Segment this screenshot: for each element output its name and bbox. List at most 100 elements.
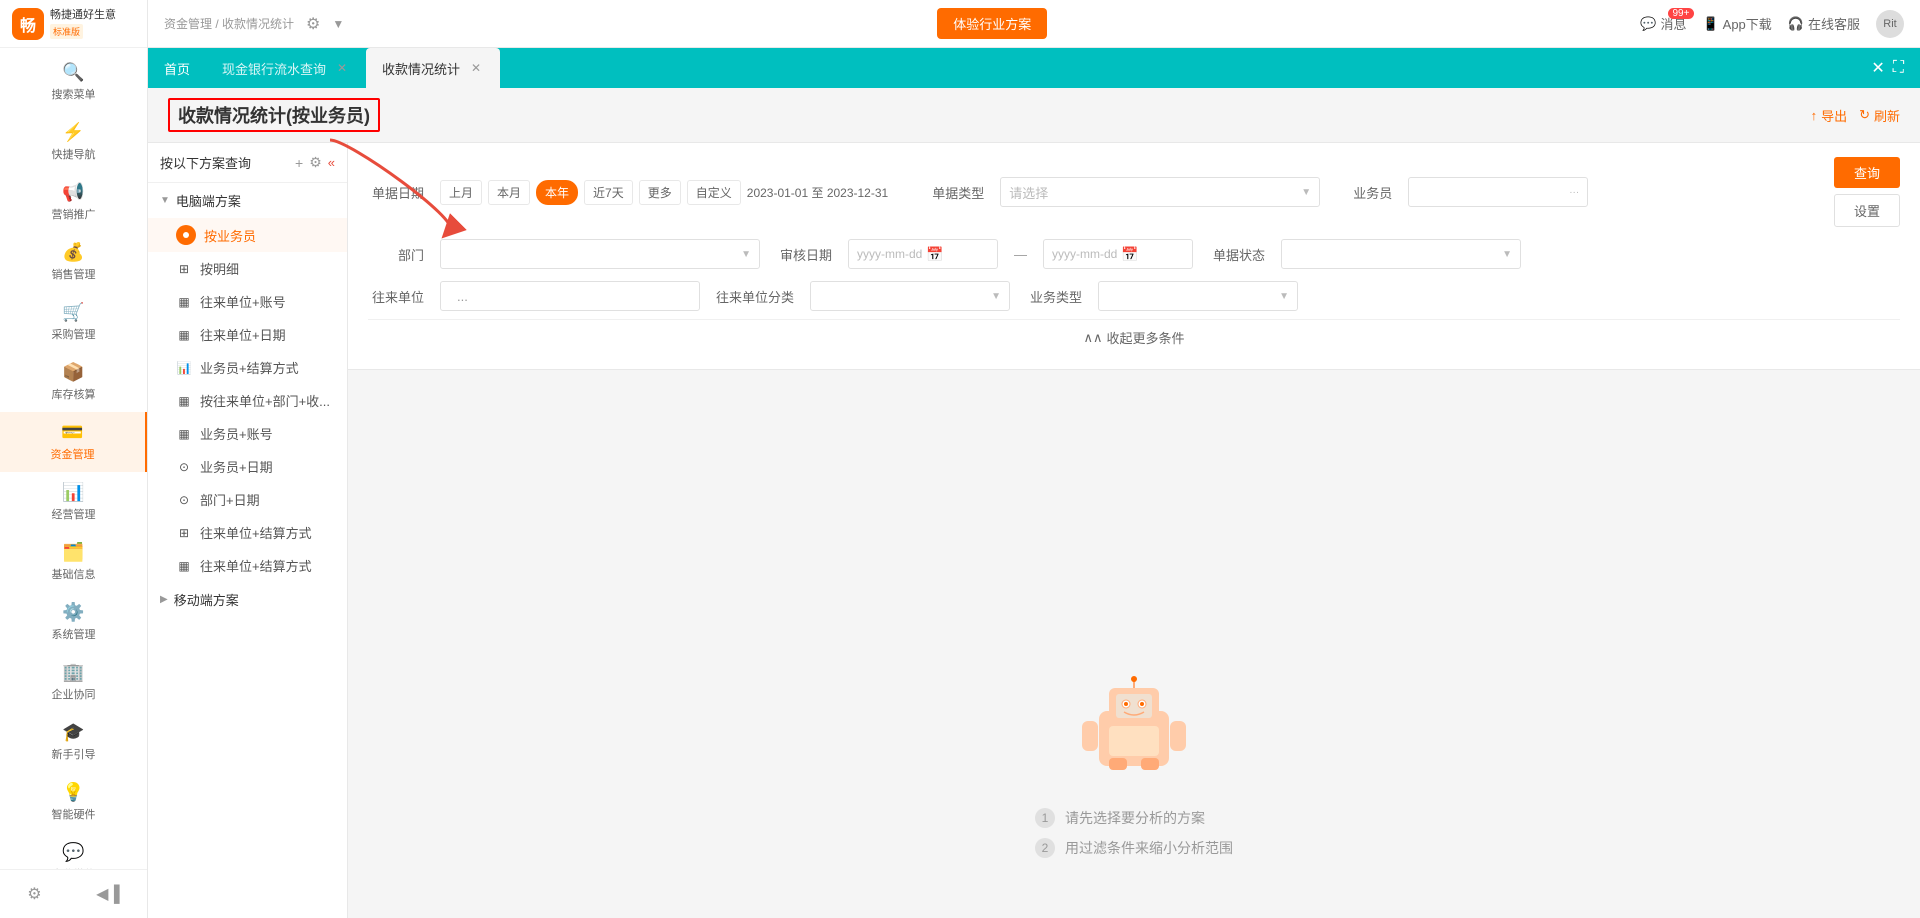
scheme-group-pc-header[interactable]: ▼ 电脑端方案 [148,183,347,218]
operation-icon: 📊 [62,482,84,503]
date-btn-custom[interactable]: 自定义 [687,180,741,205]
sidebar-item-wechat[interactable]: 💬 企业微信 [0,832,147,869]
setting-scheme-icon[interactable]: ⚙ [309,154,322,171]
tab-collection-close-icon[interactable]: ✕ [468,60,484,76]
counterpart-select[interactable]: ... [440,281,700,311]
export-button[interactable]: ↑ 导出 [1811,106,1848,125]
date-dash: — [1014,247,1027,262]
capital-icon: 💳 [61,422,83,443]
tab-bank-close-icon[interactable]: ✕ [334,60,350,76]
user-avatar[interactable]: Rit [1876,10,1904,38]
sidebar-item-search[interactable]: 🔍 搜索菜单 [0,52,147,112]
tab-home[interactable]: 首页 [148,48,206,88]
message-button[interactable]: 💬 消息 99+ [1640,14,1686,33]
scheme-item-staff[interactable]: 按业务员 [148,218,347,252]
page-actions: ↑ 导出 ↻ 刷新 [1811,106,1900,125]
review-date-from-input[interactable]: yyyy-mm-dd 📅 [848,239,998,269]
sidebar-item-capital[interactable]: 💳 资金管理 [0,412,147,472]
step-2-number: 2 [1035,838,1055,858]
tab-collection[interactable]: 收款情况统计 ✕ [366,48,500,88]
right-panel: 单据日期 上月 本月 本年 近7天 更多 自定义 2023-01-01 至 20… [348,143,1920,918]
trial-button[interactable]: 体验行业方案 [937,8,1047,39]
table-icon: ▦ [176,294,192,310]
sidebar: 畅 畅捷通好生意 标准版 🔍 搜索菜单 ⚡ 快捷导航 📢 营销推广 💰 销售管理… [0,0,148,918]
chart-icon: 📊 [176,360,192,376]
page-header: 收款情况统计(按业务员) ↑ 导出 ↻ 刷新 [148,88,1920,143]
counterpart-type-select[interactable]: ▼ [810,281,1010,311]
refresh-button[interactable]: ↻ 刷新 [1859,106,1900,125]
sidebar-item-hardware[interactable]: 💡 智能硬件 [0,772,147,832]
sidebar-item-purchase[interactable]: 🛒 采购管理 [0,292,147,352]
query-button[interactable]: 查询 [1834,157,1900,188]
tab-bank[interactable]: 现金银行流水查询 ✕ [206,48,366,88]
staff-select[interactable]: ··· [1408,177,1588,207]
newbie-icon: 🎓 [62,722,84,743]
content-body: 按以下方案查询 + ⚙ « ▼ 电脑端方案 [148,143,1920,918]
scheme-item-staff-account[interactable]: ▦ 业务员+账号 [148,417,347,450]
collapse-filter-button[interactable]: ∧∧ 收起更多条件 [368,319,1900,355]
sidebar-item-sales[interactable]: 💰 销售管理 [0,232,147,292]
counterpart-dots-icon[interactable]: ... [457,289,468,304]
online-service-button[interactable]: 🎧 在线客服 [1788,14,1860,33]
sidebar-item-system[interactable]: ⚙️ 系统管理 [0,592,147,652]
scheme-item-dept-date[interactable]: ⊙ 部门+日期 [148,483,347,516]
scheme-group-pc: ▼ 电脑端方案 按业务员 ⊞ 按明细 ▦ [148,183,347,582]
topbar-dropdown-icon[interactable]: ▼ [332,17,344,31]
table3-icon: ▦ [176,393,192,409]
date-btn-this-month[interactable]: 本月 [488,180,530,205]
dept-select[interactable]: ▼ [440,239,760,269]
sidebar-item-newbie[interactable]: 🎓 新手引导 [0,712,147,772]
date-label: 单据日期 [368,183,424,202]
scheme-group-mobile-arrow-icon: ▶ [160,594,168,605]
filter-area: 单据日期 上月 本月 本年 近7天 更多 自定义 2023-01-01 至 20… [348,143,1920,370]
sidebar-item-corp[interactable]: 🏢 企业协同 [0,652,147,712]
date-btn-this-year[interactable]: 本年 [536,180,578,205]
sidebar-item-marketing[interactable]: 📢 营销推广 [0,172,147,232]
date-btn-last-month[interactable]: 上月 [440,180,482,205]
scheme-group-mobile-header[interactable]: ▶ 移动端方案 [148,582,347,617]
scheme-item-detail[interactable]: ⊞ 按明细 [148,252,347,285]
setting-button[interactable]: 设置 [1834,194,1900,227]
sidebar-item-basic[interactable]: 🗂️ 基础信息 [0,532,147,592]
page-title: 收款情况统计(按业务员) [168,98,380,132]
sidebar-item-operation[interactable]: 📊 经营管理 [0,472,147,532]
sidebar-item-inventory[interactable]: 📦 库存核算 [0,352,147,412]
doc-type-dropdown-icon: ▼ [1301,187,1311,198]
sidebar-bottom: ⚙ ◀▐ [0,869,147,918]
empty-steps: 1 请先选择要分析的方案 2 用过滤条件来缩小分析范围 [1035,808,1233,858]
empty-step-2: 2 用过滤条件来缩小分析范围 [1035,838,1233,858]
scheme-item-staff-date[interactable]: ⊙ 业务员+日期 [148,450,347,483]
scheme-item-unit-date[interactable]: ▦ 往来单位+日期 [148,318,347,351]
logo-text: 畅捷通好生意 [50,8,116,22]
scheme-item-staff-settle[interactable]: 📊 业务员+结算方式 [148,351,347,384]
scheme-item-unit-dept-coll[interactable]: ▦ 按往来单位+部门+收... [148,384,347,417]
expand-window-icon[interactable]: ⛶ [1893,59,1904,77]
scheme-item-unit-settle2[interactable]: ▦ 往来单位+结算方式 [148,549,347,582]
sidebar-item-quicknav[interactable]: ⚡ 快捷导航 [0,112,147,172]
main-area: 资金管理 / 收款情况统计 ⚙ ▼ 体验行业方案 💬 消息 99+ 📱 App下… [148,0,1920,918]
grid2-icon: ⊞ [176,525,192,541]
counterpart-label: 往来单位 [368,287,424,306]
collapse-sidebar-icon[interactable]: ◀▐ [90,878,126,910]
scheme-item-unit-account[interactable]: ▦ 往来单位+账号 [148,285,347,318]
message-badge: 99+ [1668,8,1695,19]
counterpart-type-label: 往来单位分类 [716,287,794,306]
content-area: 收款情况统计(按业务员) ↑ 导出 ↻ 刷新 按以下方案查询 + [148,88,1920,918]
date-btn-group: 上月 本月 本年 近7天 更多 自定义 2023-01-01 至 2023-12… [440,180,888,205]
settings-bottom-icon[interactable]: ⚙ [21,878,47,910]
close-window-icon[interactable]: ✕ [1871,58,1884,78]
topbar-gear-icon[interactable]: ⚙ [306,14,320,34]
review-date-to-input[interactable]: yyyy-mm-dd 📅 [1043,239,1193,269]
app-download-button[interactable]: 📱 App下载 [1702,14,1771,33]
doc-status-select[interactable]: ▼ [1281,239,1521,269]
active-dot-icon [176,225,196,245]
scheme-item-unit-settle1[interactable]: ⊞ 往来单位+结算方式 [148,516,347,549]
date-btn-more[interactable]: 更多 [639,180,681,205]
add-scheme-icon[interactable]: + [295,155,303,171]
biz-type-select[interactable]: ▼ [1098,281,1298,311]
date-btn-7days[interactable]: 近7天 [584,180,633,205]
collapse-panel-icon[interactable]: « [328,155,335,170]
topbar-left: 资金管理 / 收款情况统计 ⚙ ▼ [164,14,344,34]
headset-icon: 🎧 [1788,16,1804,32]
doc-type-select[interactable]: 请选择 ▼ [1000,177,1320,207]
